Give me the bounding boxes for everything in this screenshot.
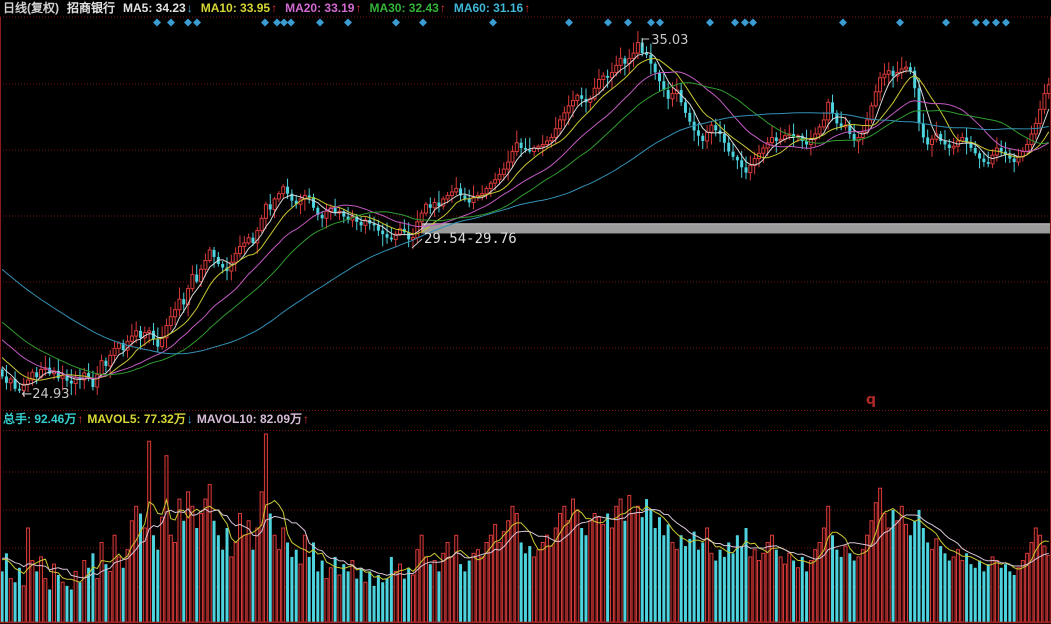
price-ma-lines [2,52,1049,385]
volume-pane-header: 总手: 92.46万 ↑ MAVOL5: 77.32万 ↓ MAVOL10: 8… [3,411,309,428]
price-annotations: 35.03 ←24.93 29.54-29.76 q [21,33,876,408]
ma20-value: MA20: 33.19 [285,0,354,16]
ma5-trend-arrow-icon: ↓ [187,0,193,16]
event-diamond-markers[interactable] [153,19,1010,27]
ma10-value: MA10: 33.95 [201,0,270,16]
total-volume-trend-arrow-icon: ↑ [77,411,83,428]
ma10-readout: MA10: 33.95 ↑ [201,0,277,16]
mavol10-readout: MAVOL10: 82.09万 ↑ [197,411,309,428]
total-volume-value: 总手: 92.46万 [3,411,76,428]
period-label: 日线(复权) [3,0,59,16]
mavol5-value: MAVOL5: 77.32万 [87,411,185,428]
mavol10-value: MAVOL10: 82.09万 [197,411,302,428]
total-volume-readout: 总手: 92.46万 ↑ [3,411,83,428]
main-chart-header: 日线(复权) 招商银行 MA5: 34.23 ↓ MA10: 33.95 ↑ M… [3,0,530,16]
mavol5-readout: MAVOL5: 77.32万 ↓ [87,411,192,428]
svg-text:35.03: 35.03 [651,33,688,48]
mavol5-trend-arrow-icon: ↓ [187,411,193,428]
stock-name: 招商银行 [67,0,115,16]
svg-text:q: q [866,392,876,408]
mavol10-trend-arrow-icon: ↑ [303,411,309,428]
ma30-readout: MA30: 32.43 ↑ [369,0,445,16]
svg-text:29.54-29.76: 29.54-29.76 [424,231,517,247]
candlestick-series[interactable] [1,31,1051,397]
ma30-trend-arrow-icon: ↑ [440,0,446,16]
stock-chart-window: 35.03 ←24.93 29.54-29.76 q 日线(复权) 招商银行 MA5:… [0,0,1051,624]
ma30-value: MA30: 32.43 [369,0,438,16]
ma20-trend-arrow-icon: ↑ [355,0,361,16]
ma10-trend-arrow-icon: ↑ [271,0,277,16]
ma60-trend-arrow-icon: ↑ [524,0,530,16]
ma5-value: MA5: 34.23 [123,0,186,16]
ma60-readout: MA60: 31.16 ↑ [454,0,530,16]
ma60-value: MA60: 31.16 [454,0,523,16]
ma20-readout: MA20: 33.19 ↑ [285,0,361,16]
ma5-readout: MA5: 34.23 ↓ [123,0,193,16]
svg-text:←24.93: ←24.93 [21,387,69,402]
chart-canvas[interactable]: 35.03 ←24.93 29.54-29.76 q [0,0,1051,624]
